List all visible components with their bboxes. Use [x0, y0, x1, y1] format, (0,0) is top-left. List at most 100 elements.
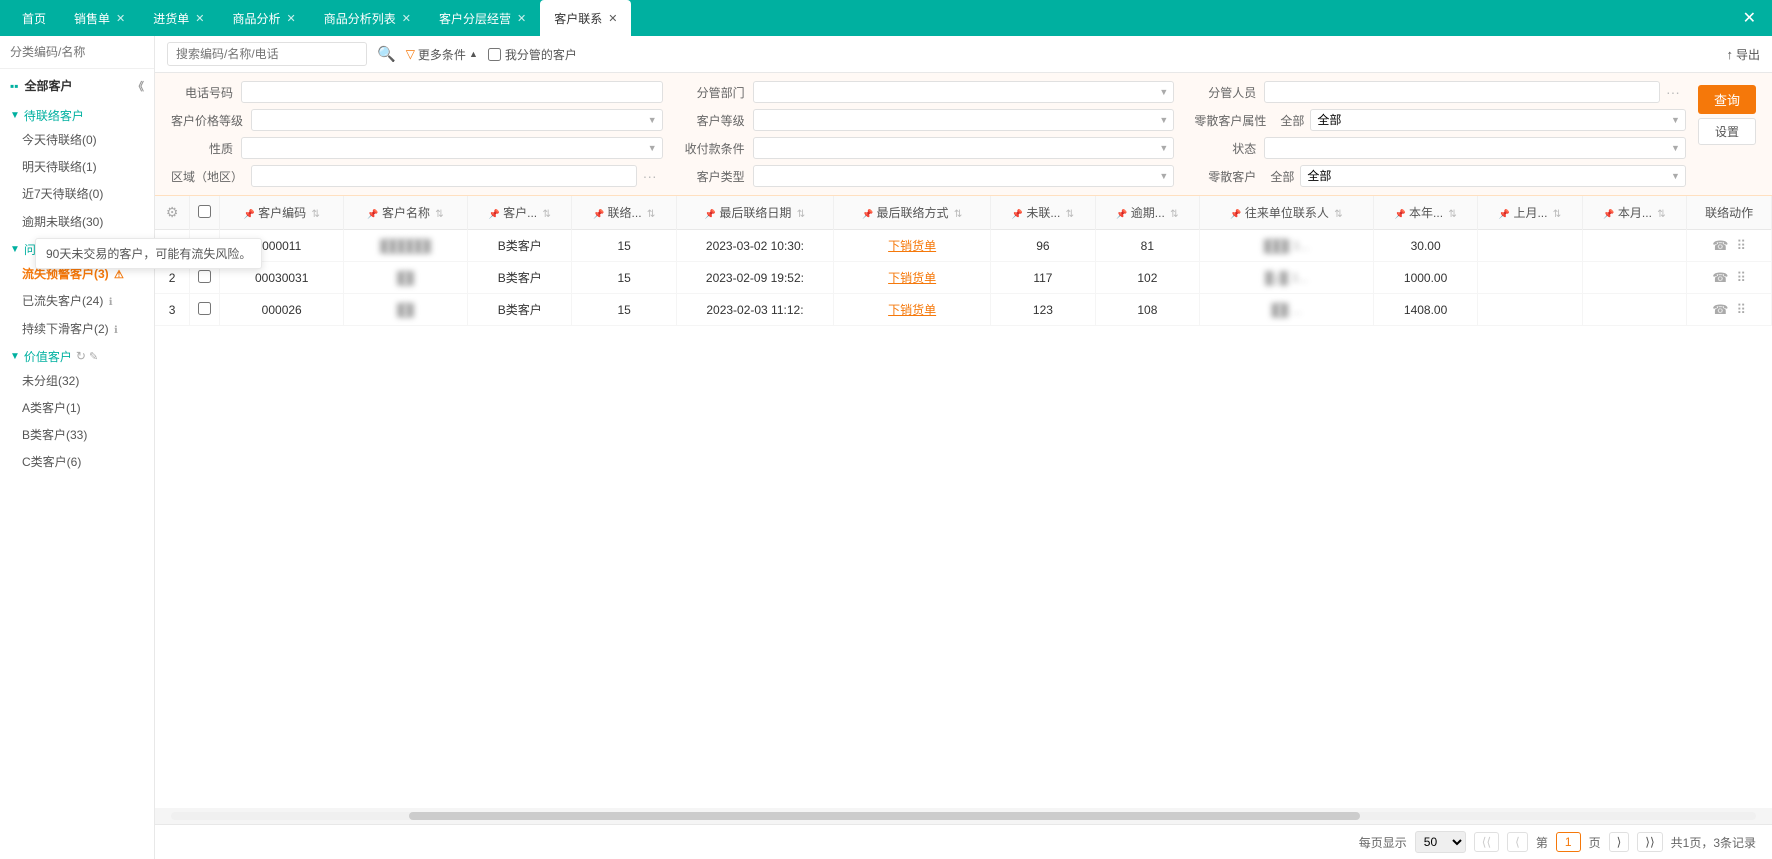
sort-icon-unit[interactable]: ⇅: [1334, 209, 1342, 220]
tab-customer-contact-close[interactable]: ✕: [608, 12, 617, 25]
tab-customer-layer-close[interactable]: ✕: [517, 12, 526, 25]
prev-page-button[interactable]: ⟨: [1507, 832, 1528, 852]
customer-type-select[interactable]: [753, 165, 1175, 187]
sidebar-item-b-class[interactable]: B类客户(33): [0, 422, 154, 449]
region-input[interactable]: [251, 165, 637, 187]
action-contact-icon-2[interactable]: ☎: [1712, 302, 1728, 318]
row-check-1[interactable]: [198, 270, 211, 283]
retail-attr-select[interactable]: 全部: [1310, 109, 1686, 131]
region-dots-button[interactable]: ···: [637, 168, 663, 184]
sort-icon-contact[interactable]: ⇅: [647, 209, 655, 220]
action-more-icon-1[interactable]: ⠿: [1736, 270, 1746, 286]
per-page-select[interactable]: 50 100 200: [1415, 831, 1466, 853]
edit-icon[interactable]: ✎: [89, 350, 98, 363]
status-select[interactable]: [1264, 137, 1686, 159]
next-page-button[interactable]: ⟩: [1609, 832, 1630, 852]
price-grade-select[interactable]: [251, 109, 663, 131]
first-page-button[interactable]: ⟨⟨: [1474, 832, 1499, 852]
person-dots-button[interactable]: ···: [1660, 84, 1686, 100]
retail-customer-select-wrap: 全部: [1300, 165, 1686, 187]
row-method-2[interactable]: 下销货单: [834, 294, 991, 326]
tab-home[interactable]: 首页: [8, 0, 60, 36]
pin-icon-code: 📌: [244, 209, 255, 219]
tab-purchase-close[interactable]: ✕: [195, 12, 204, 25]
sort-icon-date[interactable]: ⇅: [797, 209, 805, 220]
tab-customer-layer[interactable]: 客户分层经营 ✕: [425, 0, 540, 36]
person-input[interactable]: [1264, 81, 1660, 103]
horizontal-scrollbar-thumb[interactable]: [409, 812, 1360, 820]
search-button[interactable]: 🔍: [377, 45, 396, 63]
sidebar-item-week[interactable]: 近7天待联络(0): [0, 181, 154, 208]
sort-icon-type[interactable]: ⇅: [542, 209, 550, 220]
method-link-1[interactable]: 下销货单: [888, 271, 936, 285]
sort-icon-curmonth[interactable]: ⇅: [1657, 209, 1665, 220]
retail-customer-select[interactable]: 全部: [1300, 165, 1686, 187]
sidebar-search-input[interactable]: [10, 45, 155, 59]
sidebar-item-tomorrow[interactable]: 明天待联络(1): [0, 154, 154, 181]
sidebar-item-ungroup[interactable]: 未分组(32): [0, 368, 154, 395]
my-customers-checkbox[interactable]: [488, 48, 501, 61]
customer-grade-select[interactable]: [753, 109, 1175, 131]
tab-customer-contact[interactable]: 客户联系 ✕: [540, 0, 631, 36]
tab-analysis-list-close[interactable]: ✕: [402, 12, 411, 25]
method-link-2[interactable]: 下销货单: [888, 303, 936, 317]
sidebar-item-declining[interactable]: 持续下滑客户(2) ℹ: [0, 316, 154, 343]
customer-type-label: 客户类型: [683, 168, 753, 185]
export-button[interactable]: ↑ 导出: [1726, 46, 1760, 63]
column-settings[interactable]: ⚙: [155, 196, 190, 230]
payment-select[interactable]: [753, 137, 1175, 159]
action-contact-icon-1[interactable]: ☎: [1712, 270, 1728, 286]
search-input[interactable]: [167, 42, 367, 66]
more-conditions-button[interactable]: ▽ 更多条件 ▲: [406, 46, 478, 63]
filter-cell-phone: 电话号码: [171, 81, 663, 103]
last-page-button[interactable]: ⟩⟩: [1637, 832, 1662, 852]
sort-icon-name[interactable]: ⇅: [435, 209, 443, 220]
sort-icon-lastmonth[interactable]: ⇅: [1553, 209, 1561, 220]
row-name-0: ██████: [344, 230, 468, 262]
region-label: 区域（地区）: [171, 168, 251, 185]
action-more-icon-0[interactable]: ⠿: [1736, 238, 1746, 254]
row-unit-contact-0: ███ 3...: [1200, 230, 1374, 262]
tab-analysis-close[interactable]: ✕: [287, 12, 296, 25]
row-check-2[interactable]: [198, 302, 211, 315]
column-last-month: 📌 上月... ⇅: [1478, 196, 1582, 230]
sidebar-item-c-class[interactable]: C类客户(6): [0, 449, 154, 476]
refresh-icon[interactable]: ↻: [76, 349, 86, 363]
row-method-1[interactable]: 下销货单: [834, 262, 991, 294]
sort-icon-method[interactable]: ⇅: [954, 209, 962, 220]
tab-purchase[interactable]: 进货单 ✕: [139, 0, 218, 36]
filter-cell-price-grade: 客户价格等级: [171, 109, 663, 131]
query-button[interactable]: 查询: [1698, 85, 1756, 114]
retail-customer-label: 零散客户: [1194, 168, 1264, 185]
row-checkbox-2[interactable]: [190, 294, 220, 326]
nature-select[interactable]: [241, 137, 663, 159]
sidebar-item-churned[interactable]: 已流失客户(24) ℹ: [0, 288, 154, 315]
tab-analysis-list[interactable]: 商品分析列表 ✕: [310, 0, 425, 36]
sidebar-all-customers[interactable]: ▪▪ 全部客户 《: [0, 69, 154, 102]
tab-sales[interactable]: 销售单 ✕: [60, 0, 139, 36]
row-method-0[interactable]: 下销货单: [834, 230, 991, 262]
sidebar-item-overdue-contact[interactable]: 逾期未联络(30): [0, 209, 154, 236]
sidebar-group-waiting[interactable]: ▼ 待联络客户: [0, 102, 154, 127]
sort-icon-overdue[interactable]: ⇅: [1170, 209, 1178, 220]
sort-icon-code[interactable]: ⇅: [311, 209, 319, 220]
window-close-button[interactable]: ✕: [1735, 8, 1764, 28]
sort-icon-year[interactable]: ⇅: [1448, 209, 1456, 220]
retail-customer-value: 全部: [1264, 168, 1300, 185]
phone-input[interactable]: [241, 81, 663, 103]
filter-settings-button[interactable]: 设置: [1698, 118, 1756, 145]
tab-sales-close[interactable]: ✕: [116, 12, 125, 25]
sidebar-item-a-class[interactable]: A类客户(1): [0, 395, 154, 422]
sort-icon-uncontacted[interactable]: ⇅: [1066, 209, 1074, 220]
dept-select[interactable]: [753, 81, 1175, 103]
method-link-0[interactable]: 下销货单: [888, 239, 936, 253]
select-all-checkbox[interactable]: [198, 205, 211, 218]
action-contact-icon-0[interactable]: ☎: [1712, 238, 1728, 254]
tab-analysis[interactable]: 商品分析 ✕: [218, 0, 309, 36]
horizontal-scrollbar-track[interactable]: [171, 812, 1756, 820]
customer-grade-label: 客户等级: [683, 112, 753, 129]
action-more-icon-2[interactable]: ⠿: [1736, 302, 1746, 318]
sidebar-item-today[interactable]: 今天待联络(0): [0, 127, 154, 154]
row-curmonth-0: [1582, 230, 1686, 262]
sidebar-group-value[interactable]: ▼ 价值客户 ↻ ✎: [0, 343, 154, 368]
